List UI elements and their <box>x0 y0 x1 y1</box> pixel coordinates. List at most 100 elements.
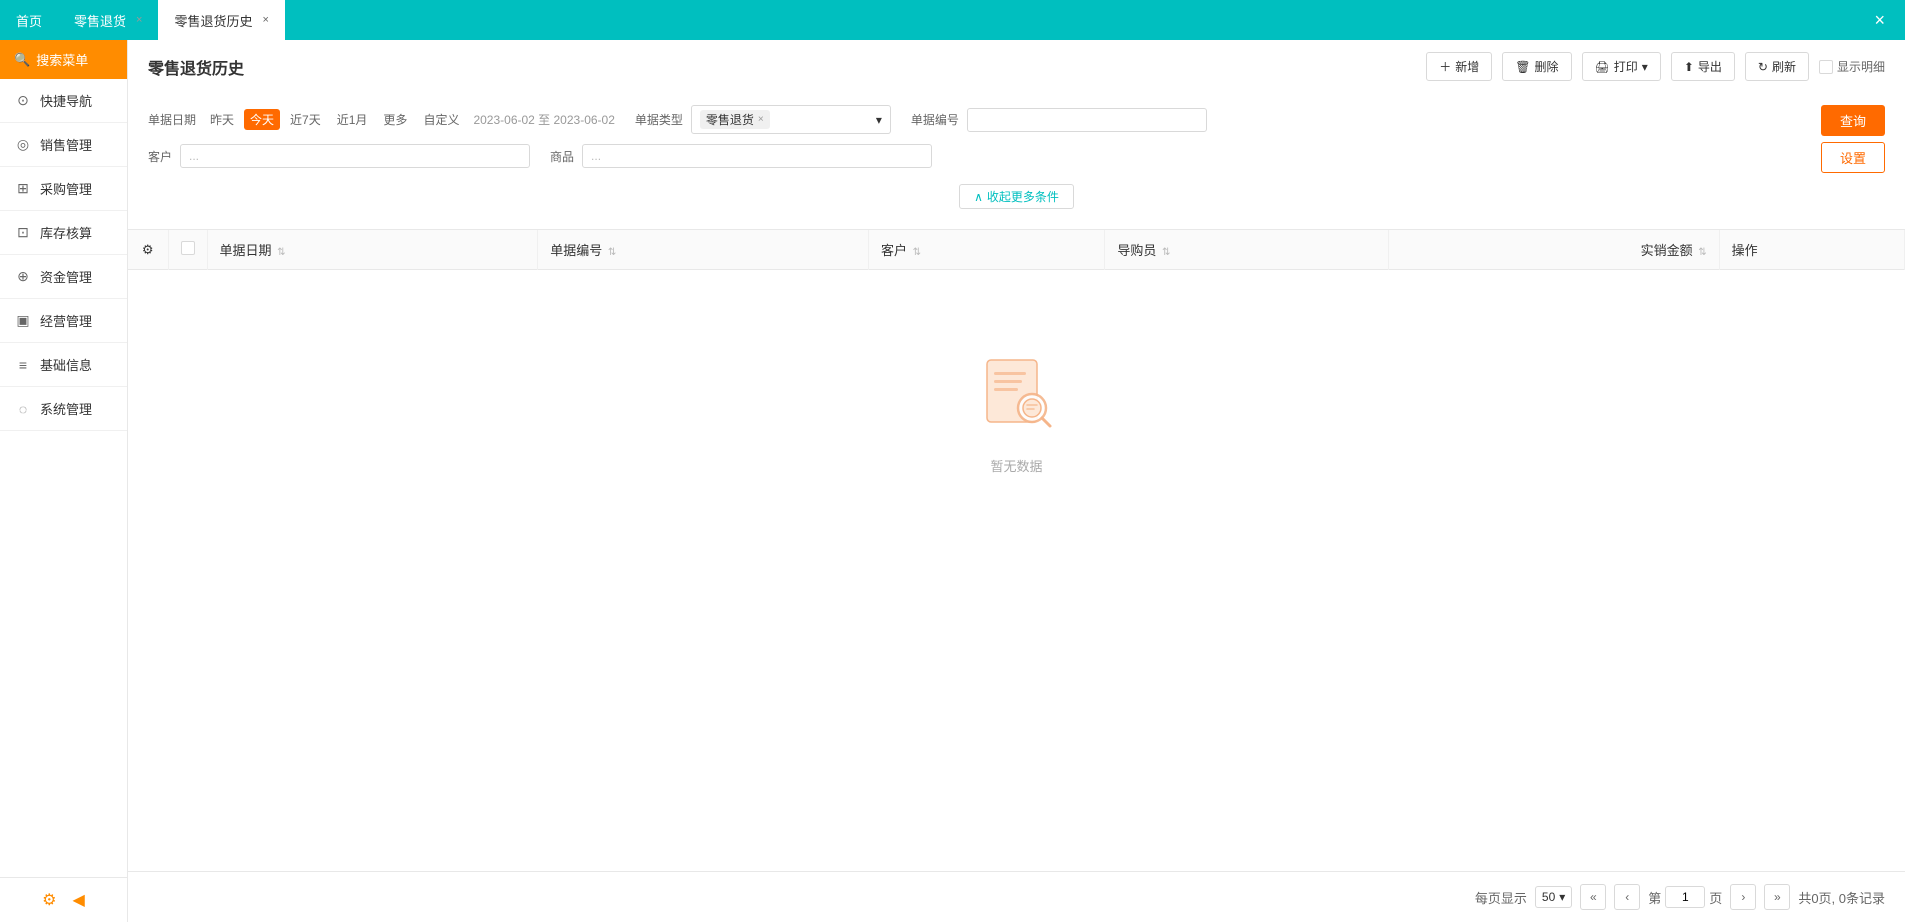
plus-icon: ＋ <box>1439 58 1451 75</box>
empty-state: 暂无数据 <box>128 270 1905 535</box>
export-btn[interactable]: ⬆ 导出 <box>1671 52 1735 81</box>
refresh-icon: ↻ <box>1758 60 1768 74</box>
search-icon: 🔍 <box>14 52 30 68</box>
page-header: 零售退货历史 ＋ 新增 🗑 删除 🖨 打印 ▾ <box>128 40 1905 230</box>
table-header-row: ⚙ 单据日期 ⇅ 单据编号 ⇅ <box>128 230 1905 270</box>
date-custom[interactable]: 自定义 <box>417 109 465 130</box>
collapse-row: ∧ 收起更多条件 <box>148 178 1885 217</box>
refresh-btn[interactable]: ↻ 刷新 <box>1745 52 1809 81</box>
page-input-wrap: 第 页 <box>1648 886 1722 908</box>
delete-btn[interactable]: 🗑 删除 <box>1502 52 1571 81</box>
page-number-input[interactable] <box>1665 886 1705 908</box>
refresh-btn-label: 刷新 <box>1772 58 1796 75</box>
header-checkbox[interactable] <box>181 241 195 255</box>
guide-sort-icon: ⇅ <box>1162 247 1170 258</box>
goods-label: 商品 <box>550 148 574 165</box>
sidebar-item-system-label: 系统管理 <box>40 399 92 418</box>
date-7days[interactable]: 近7天 <box>284 109 327 130</box>
tab-retail-return[interactable]: 零售退货 × <box>58 0 158 40</box>
export-icon: ⬆ <box>1684 60 1694 74</box>
doc-type-select[interactable]: 零售退货 × ▾ <box>691 105 891 134</box>
doc-no-input[interactable] <box>967 108 1207 132</box>
sidebar-item-basic-label: 基础信息 <box>40 355 92 374</box>
date-1month[interactable]: 近1月 <box>331 109 374 130</box>
customer-label: 客户 <box>148 148 172 165</box>
prev-page-btn[interactable]: ‹ <box>1614 884 1640 910</box>
page-title-row: 零售退货历史 ＋ 新增 🗑 删除 🖨 打印 ▾ <box>148 52 1885 81</box>
customer-input[interactable]: ... <box>180 144 530 168</box>
th-action-label: 操作 <box>1732 243 1758 258</box>
th-amount[interactable]: 实销金额 ⇅ <box>1388 230 1719 270</box>
page-size-select[interactable]: 50 ▾ <box>1535 886 1572 908</box>
print-chevron-icon: ▾ <box>1642 60 1648 74</box>
page-size-chevron-icon: ▾ <box>1559 890 1565 904</box>
sidebar-item-ops-mgmt[interactable]: ▣ 经营管理 <box>0 299 127 343</box>
tab-home[interactable]: 首页 <box>0 0 58 40</box>
export-btn-label: 导出 <box>1698 58 1722 75</box>
tab-bar: 首页 零售退货 × 零售退货历史 × × <box>0 0 1905 40</box>
sidebar-item-system-mgmt[interactable]: ◌ 系统管理 <box>0 387 127 431</box>
th-customer[interactable]: 客户 ⇅ <box>869 230 1105 270</box>
system-icon: ◌ <box>14 400 32 418</box>
doc-type-remove-btn[interactable]: × <box>758 114 764 125</box>
filter-settings-btn[interactable]: 设置 <box>1821 142 1885 173</box>
page-label-prefix: 第 <box>1648 888 1661 907</box>
tab-retail-return-history[interactable]: 零售退货历史 × <box>158 0 284 40</box>
th-doc-date[interactable]: 单据日期 ⇅ <box>207 230 538 270</box>
sidebar-item-finance-mgmt[interactable]: ⊕ 资金管理 <box>0 255 127 299</box>
th-settings[interactable]: ⚙ <box>128 230 168 270</box>
inventory-icon: ⊡ <box>14 224 32 242</box>
filter-main: 单据日期 昨天 今天 近7天 近1月 更多 自定义 2023-06-02 至 2… <box>148 105 1805 178</box>
sidebar-search-label: 搜索菜单 <box>36 50 88 69</box>
content-area: 零售退货历史 ＋ 新增 🗑 删除 🖨 打印 ▾ <box>128 40 1905 922</box>
next-page-btn[interactable]: › <box>1730 884 1756 910</box>
th-amount-label: 实销金额 <box>1641 243 1693 258</box>
date-more[interactable]: 更多 <box>377 109 413 130</box>
toolbar: ＋ 新增 🗑 删除 🖨 打印 ▾ ⬆ 导出 <box>1426 52 1885 81</box>
query-btn[interactable]: 查询 <box>1821 105 1885 136</box>
collapse-btn[interactable]: ∧ 收起更多条件 <box>959 184 1074 209</box>
sidebar-item-sales-mgmt[interactable]: ◎ 销售管理 <box>0 123 127 167</box>
display-detail-label: 显示明细 <box>1837 58 1885 75</box>
new-btn[interactable]: ＋ 新增 <box>1426 52 1492 81</box>
display-detail-checkbox[interactable] <box>1819 60 1833 74</box>
goods-placeholder: ... <box>591 149 601 163</box>
sidebar-collapse-btn[interactable]: ◀ <box>69 886 89 914</box>
sidebar-search[interactable]: 🔍 搜索菜单 <box>0 40 127 79</box>
doc-no-sort-icon: ⇅ <box>608 247 616 258</box>
th-checkbox[interactable] <box>168 230 207 270</box>
page-title: 零售退货历史 <box>148 55 244 79</box>
tab-retail-return-label: 零售退货 <box>74 11 126 30</box>
date-shortcuts: 昨天 今天 近7天 近1月 更多 自定义 <box>204 109 465 130</box>
sidebar-item-basic-info[interactable]: ≡ 基础信息 <box>0 343 127 387</box>
sidebar: 🔍 搜索菜单 ⊙ 快捷导航 ◎ 销售管理 ⊞ 采购管理 ⊡ 库存核算 ⊕ 资金管… <box>0 40 128 922</box>
settings-icon[interactable]: ⚙ <box>142 242 154 257</box>
th-guide[interactable]: 导购员 ⇅ <box>1105 230 1389 270</box>
date-today[interactable]: 今天 <box>244 109 280 130</box>
print-icon: 🖨 <box>1595 60 1610 74</box>
tab-retail-return-close[interactable]: × <box>136 14 142 26</box>
chevron-down-icon: ▾ <box>876 113 882 127</box>
print-btn[interactable]: 🖨 打印 ▾ <box>1582 52 1661 81</box>
empty-text: 暂无数据 <box>990 456 1042 475</box>
date-label: 单据日期 <box>148 111 196 128</box>
goods-input[interactable]: ... <box>582 144 932 168</box>
sidebar-item-quick-nav[interactable]: ⊙ 快捷导航 <box>0 79 127 123</box>
last-page-btn[interactable]: » <box>1764 884 1790 910</box>
sidebar-item-inventory[interactable]: ⊡ 库存核算 <box>0 211 127 255</box>
display-detail-toggle[interactable]: 显示明细 <box>1819 58 1885 75</box>
query-settings-area: 查询 设置 <box>1805 105 1885 173</box>
filter-doctype-group: 单据类型 零售退货 × ▾ <box>635 105 891 134</box>
first-page-btn[interactable]: « <box>1580 884 1606 910</box>
page-size-value: 50 <box>1542 890 1555 904</box>
filter-customer-group: 客户 ... <box>148 144 530 168</box>
amount-sort-icon: ⇅ <box>1698 247 1706 258</box>
th-doc-no[interactable]: 单据编号 ⇅ <box>538 230 869 270</box>
page-total: 共0页, 0条记录 <box>1798 888 1885 907</box>
date-yesterday[interactable]: 昨天 <box>204 109 240 130</box>
window-close-btn[interactable]: × <box>1866 6 1893 35</box>
sidebar-settings-btn[interactable]: ⚙ <box>38 886 60 914</box>
tab-retail-return-history-close[interactable]: × <box>262 14 268 26</box>
doc-type-label: 单据类型 <box>635 111 683 128</box>
sidebar-item-purchase-mgmt[interactable]: ⊞ 采购管理 <box>0 167 127 211</box>
